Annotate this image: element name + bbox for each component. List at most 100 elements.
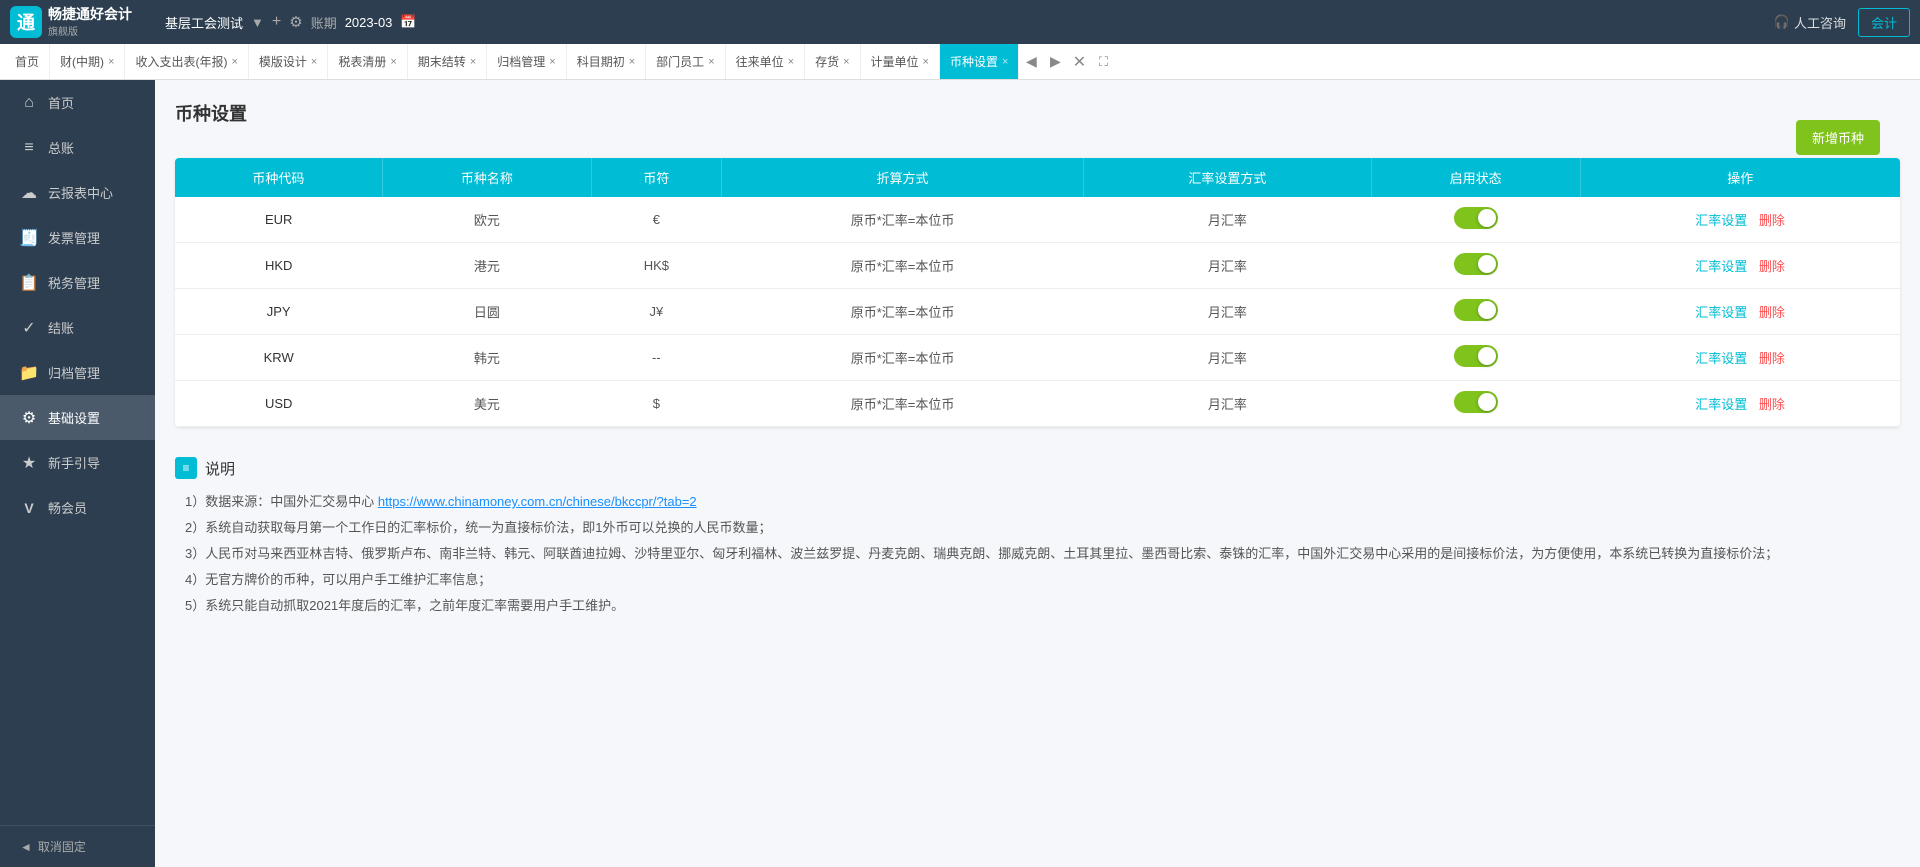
tab-template[interactable]: 模版设计 × (249, 44, 328, 80)
sidebar-item-checkout[interactable]: ✓ 结账 (0, 305, 155, 350)
settings-icon[interactable]: ⚙ (289, 13, 302, 31)
cell-symbol-2: J¥ (591, 289, 721, 335)
sidebar-item-member[interactable]: V 畅会员 (0, 485, 155, 530)
cell-rate-type-0: 月汇率 (1084, 197, 1372, 243)
tab-close-all-button[interactable]: ✕ (1067, 44, 1091, 80)
app-edition: 旗舰版 (48, 23, 132, 38)
tab-dept-staff-close[interactable]: × (708, 56, 714, 68)
sidebar-item-guide[interactable]: ★ 新手引导 (0, 440, 155, 485)
delete-link-0[interactable]: 删除 (1759, 213, 1785, 228)
table-row: KRW 韩元 -- 原币*汇率=本位币 月汇率 汇率设置 删除 (175, 335, 1900, 381)
tab-finance[interactable]: 财(中期) × (50, 44, 125, 80)
cell-actions-4: 汇率设置 删除 (1580, 381, 1900, 427)
tab-home[interactable]: 首页 (5, 44, 50, 80)
tab-currency[interactable]: 币种设置 × (940, 44, 1019, 80)
delete-link-3[interactable]: 删除 (1759, 351, 1785, 366)
tab-unit[interactable]: 计量单位 × (861, 44, 940, 80)
rate-setting-link-1[interactable]: 汇率设置 (1695, 259, 1747, 274)
rate-setting-link-3[interactable]: 汇率设置 (1695, 351, 1747, 366)
toggle-enabled-0[interactable] (1454, 207, 1498, 229)
tab-inventory[interactable]: 存货 × (805, 44, 860, 80)
tab-inventory-close[interactable]: × (843, 56, 849, 68)
cell-rate-type-4: 月汇率 (1084, 381, 1372, 427)
period-label: 账期 (311, 13, 337, 32)
sidebar-settings-label: 基础设置 (48, 408, 100, 427)
notice-section: ≡ 说明 1）数据来源：中国外汇交易中心 https://www.chinamo… (175, 457, 1900, 619)
cell-name-1: 港元 (382, 243, 591, 289)
cell-rate-type-2: 月汇率 (1084, 289, 1372, 335)
tab-income-report-close[interactable]: × (231, 56, 237, 68)
tab-prev-button[interactable]: ◀ (1019, 44, 1043, 80)
sidebar-item-tax[interactable]: 📋 税务管理 (0, 260, 155, 305)
account-button[interactable]: 会计 (1858, 8, 1910, 37)
rate-setting-link-0[interactable]: 汇率设置 (1695, 213, 1747, 228)
delete-link-1[interactable]: 删除 (1759, 259, 1785, 274)
chinamoney-link[interactable]: https://www.chinamoney.com.cn/chinese/bk… (378, 494, 697, 509)
rate-setting-link-4[interactable]: 汇率设置 (1695, 397, 1747, 412)
tab-taxbook[interactable]: 税表清册 × (328, 44, 407, 80)
tab-archive-close[interactable]: × (549, 56, 555, 68)
notice-item-3: 3）人民币对马来西亚林吉特、俄罗斯卢布、南非兰特、韩元、阿联酋迪拉姆、沙特里亚尔… (185, 541, 1900, 567)
tab-period-end[interactable]: 期末结转 × (408, 44, 487, 80)
sidebar-item-ledger[interactable]: ≡ 总账 (0, 125, 155, 170)
tab-finance-close[interactable]: × (108, 56, 114, 68)
table-row: JPY 日圆 J¥ 原币*汇率=本位币 月汇率 汇率设置 删除 (175, 289, 1900, 335)
app-name: 畅捷通好会计 (48, 6, 132, 23)
sidebar-item-settings[interactable]: ⚙ 基础设置 (0, 395, 155, 440)
toggle-enabled-3[interactable] (1454, 345, 1498, 367)
home-icon: ⌂ (20, 94, 38, 112)
tab-taxbook-close[interactable]: × (390, 56, 396, 68)
sidebar-item-home[interactable]: ⌂ 首页 (0, 80, 155, 125)
tab-taxbook-label: 税表清册 (338, 53, 386, 70)
tab-contacts-close[interactable]: × (788, 56, 794, 68)
tab-currency-close[interactable]: × (1002, 56, 1008, 68)
toggle-enabled-2[interactable] (1454, 299, 1498, 321)
cell-status-4 (1371, 381, 1580, 427)
tab-dept-staff[interactable]: 部门员工 × (646, 44, 725, 80)
toggle-enabled-1[interactable] (1454, 253, 1498, 275)
sidebar-item-archive[interactable]: 📁 归档管理 (0, 350, 155, 395)
cell-rate-type-3: 月汇率 (1084, 335, 1372, 381)
cell-status-2 (1371, 289, 1580, 335)
sidebar-pin-toggle[interactable]: ◄ 取消固定 (0, 825, 155, 867)
cell-code-0: EUR (175, 197, 382, 243)
toggle-thumb-3 (1478, 347, 1496, 365)
new-currency-button[interactable]: 新增币种 (1796, 120, 1880, 155)
rate-setting-link-2[interactable]: 汇率设置 (1695, 305, 1747, 320)
notice-item-5: 5）系统只能自动抓取2021年度后的汇率，之前年度汇率需要用户手工维护。 (185, 593, 1900, 619)
tab-contacts[interactable]: 往来单位 × (726, 44, 805, 80)
org-dropdown[interactable]: ▼ (251, 15, 264, 30)
cell-conversion-4: 原币*汇率=本位币 (721, 381, 1083, 427)
tab-expand-button[interactable]: ⛶ (1091, 44, 1115, 80)
sidebar-item-invoice[interactable]: 🧾 发票管理 (0, 215, 155, 260)
sidebar-item-reports[interactable]: ☁ 云报表中心 (0, 170, 155, 215)
tab-bar: 首页 财(中期) × 收入支出表(年报) × 模版设计 × 税表清册 × 期末结… (0, 44, 1920, 80)
notice-item-1: 1）数据来源：中国外汇交易中心 https://www.chinamoney.c… (185, 489, 1900, 515)
cell-conversion-2: 原币*汇率=本位币 (721, 289, 1083, 335)
table-row: EUR 欧元 € 原币*汇率=本位币 月汇率 汇率设置 删除 (175, 197, 1900, 243)
delete-link-2[interactable]: 删除 (1759, 305, 1785, 320)
tab-income-report[interactable]: 收入支出表(年报) × (125, 44, 248, 80)
toggle-enabled-4[interactable] (1454, 391, 1498, 413)
calendar-icon[interactable]: 📅 (400, 14, 416, 30)
cell-status-1 (1371, 243, 1580, 289)
tab-unit-close[interactable]: × (923, 56, 929, 68)
cell-code-4: USD (175, 381, 382, 427)
cell-actions-1: 汇率设置 删除 (1580, 243, 1900, 289)
col-header-conversion: 折算方式 (721, 158, 1083, 197)
tab-subject-init-close[interactable]: × (629, 56, 635, 68)
delete-link-4[interactable]: 删除 (1759, 397, 1785, 412)
tab-archive[interactable]: 归档管理 × (487, 44, 566, 80)
tab-contacts-label: 往来单位 (736, 53, 784, 70)
add-icon[interactable]: + (272, 13, 281, 31)
tab-template-label: 模版设计 (259, 53, 307, 70)
cell-actions-2: 汇率设置 删除 (1580, 289, 1900, 335)
toggle-thumb-0 (1478, 209, 1496, 227)
tab-next-button[interactable]: ▶ (1043, 44, 1067, 80)
help-button[interactable]: 🎧 人工咨询 (1774, 13, 1846, 32)
member-icon: V (20, 499, 38, 517)
tab-period-end-close[interactable]: × (470, 56, 476, 68)
cell-symbol-0: € (591, 197, 721, 243)
tab-subject-init[interactable]: 科目期初 × (567, 44, 646, 80)
tab-template-close[interactable]: × (311, 56, 317, 68)
